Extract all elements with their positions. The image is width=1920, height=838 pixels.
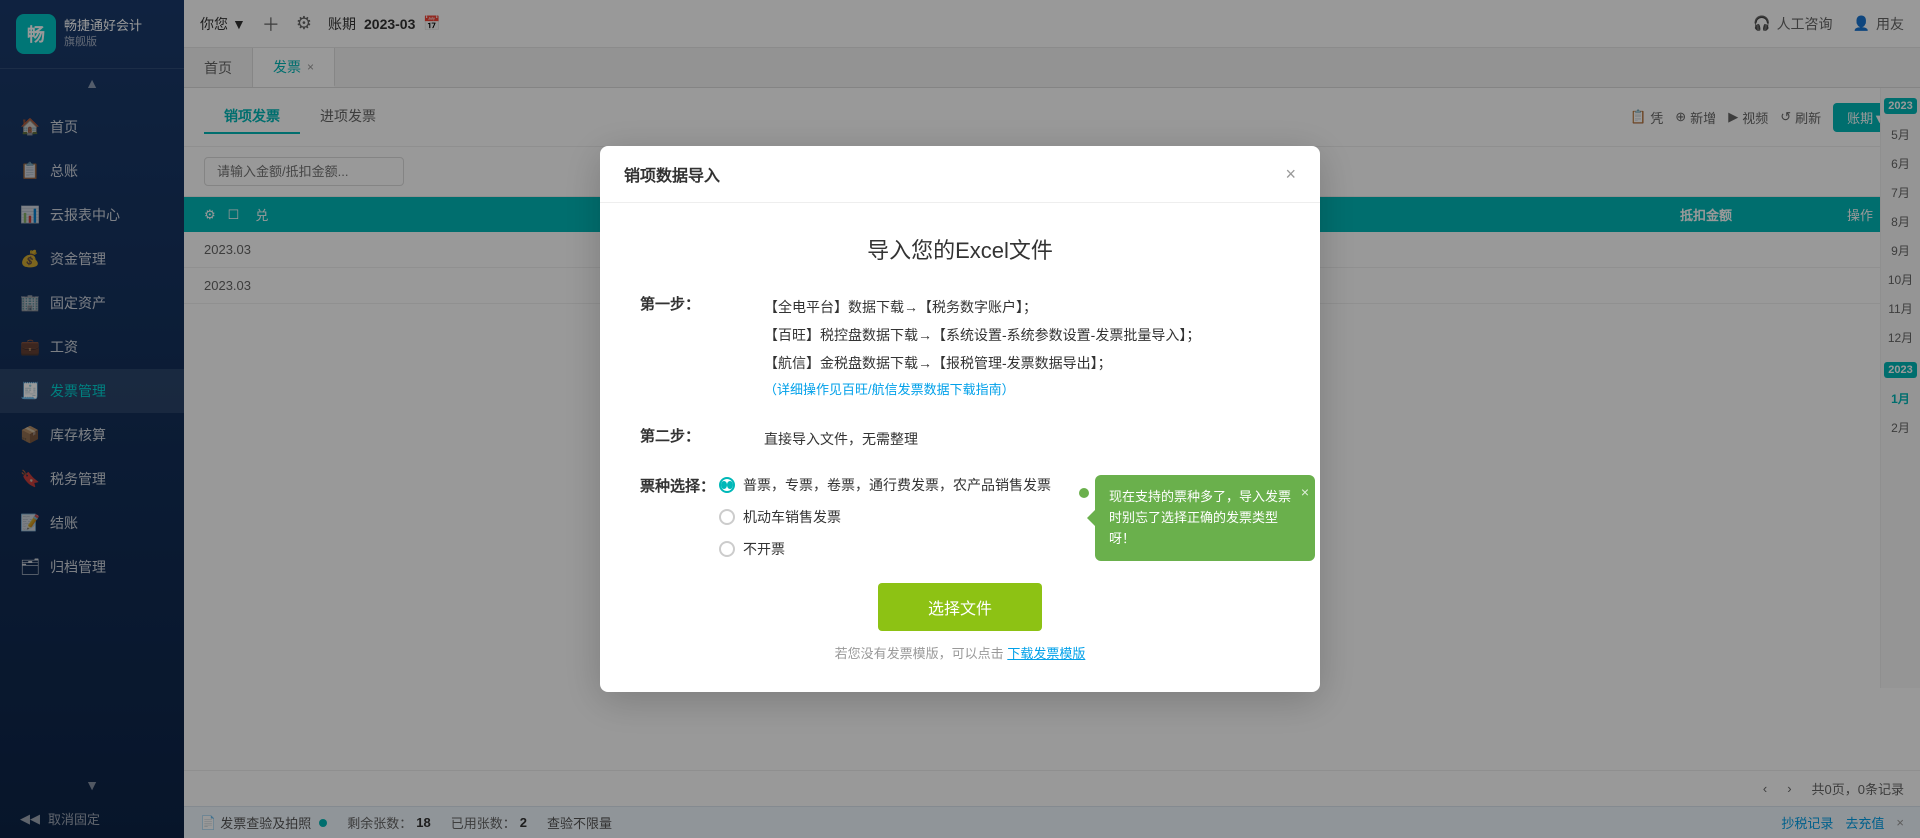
ticket-option-3[interactable]: 不开票 — [719, 539, 1079, 559]
modal-main-title: 导入您的Excel文件 — [640, 233, 1280, 265]
guide-link[interactable]: 百旺/航信发票数据下载指南 — [842, 382, 1002, 397]
step1-line1: 【全电平台】数据下载→【税务数字账户】； — [764, 293, 1200, 321]
step-2: 第二步： 直接导入文件，无需整理 — [640, 425, 1280, 453]
import-modal: 销项数据导入 × 导入您的Excel文件 第一步： 【全电平台】数据下载→【税务… — [600, 146, 1320, 692]
ticket-choice-label: 票种选择： — [640, 475, 715, 496]
step1-label: 第一步： — [640, 293, 700, 314]
step1-line3: 【航信】金税盘数据下载→【报税管理-发票数据导出】； — [764, 349, 1200, 377]
step2-label: 第二步： — [640, 425, 700, 446]
ticket-options: 普票，专票，卷票，通行费发票，农产品销售发票 × 现在支持的票种多了，导入发票时… — [719, 475, 1079, 559]
modal-title: 销项数据导入 — [624, 162, 720, 186]
tooltip-close-btn[interactable]: × — [1301, 481, 1309, 503]
step1-note: （详细操作见百旺/航信发票数据下载指南） — [764, 377, 1200, 403]
modal-body: 导入您的Excel文件 第一步： 【全电平台】数据下载→【税务数字账户】； 【百… — [600, 203, 1320, 692]
radio-circle-2 — [719, 509, 735, 525]
step1-content: 【全电平台】数据下载→【税务数字账户】； 【百旺】税控盘数据下载→【系统设置-系… — [764, 293, 1200, 403]
modal-footer-note: 若您没有发票模版，可以点击 下载发票模版 — [640, 643, 1280, 662]
modal-close-btn[interactable]: × — [1285, 164, 1296, 185]
step1-line2: 【百旺】税控盘数据下载→【系统设置-系统参数设置-发票批量导入】； — [764, 321, 1200, 349]
step-1: 第一步： 【全电平台】数据下载→【税务数字账户】； 【百旺】税控盘数据下载→【系… — [640, 293, 1280, 403]
ticket-choice: 票种选择： 普票，专票，卷票，通行费发票，农产品销售发票 × 现在支持的票种多了… — [640, 475, 1280, 559]
modal-header: 销项数据导入 × — [600, 146, 1320, 203]
ticket-option-1[interactable]: 普票，专票，卷票，通行费发票，农产品销售发票 × 现在支持的票种多了，导入发票时… — [719, 475, 1079, 495]
ticket-option-2[interactable]: 机动车销售发票 — [719, 507, 1079, 527]
step2-content: 直接导入文件，无需整理 — [764, 425, 918, 453]
tooltip-bubble: × 现在支持的票种多了，导入发票时别忘了选择正确的发票类型呀！ — [1095, 475, 1315, 561]
radio-circle-3 — [719, 541, 735, 557]
download-template-link[interactable]: 下载发票模版 — [1007, 646, 1085, 661]
radio-circle-1 — [719, 477, 735, 493]
select-file-btn[interactable]: 选择文件 — [878, 583, 1042, 631]
